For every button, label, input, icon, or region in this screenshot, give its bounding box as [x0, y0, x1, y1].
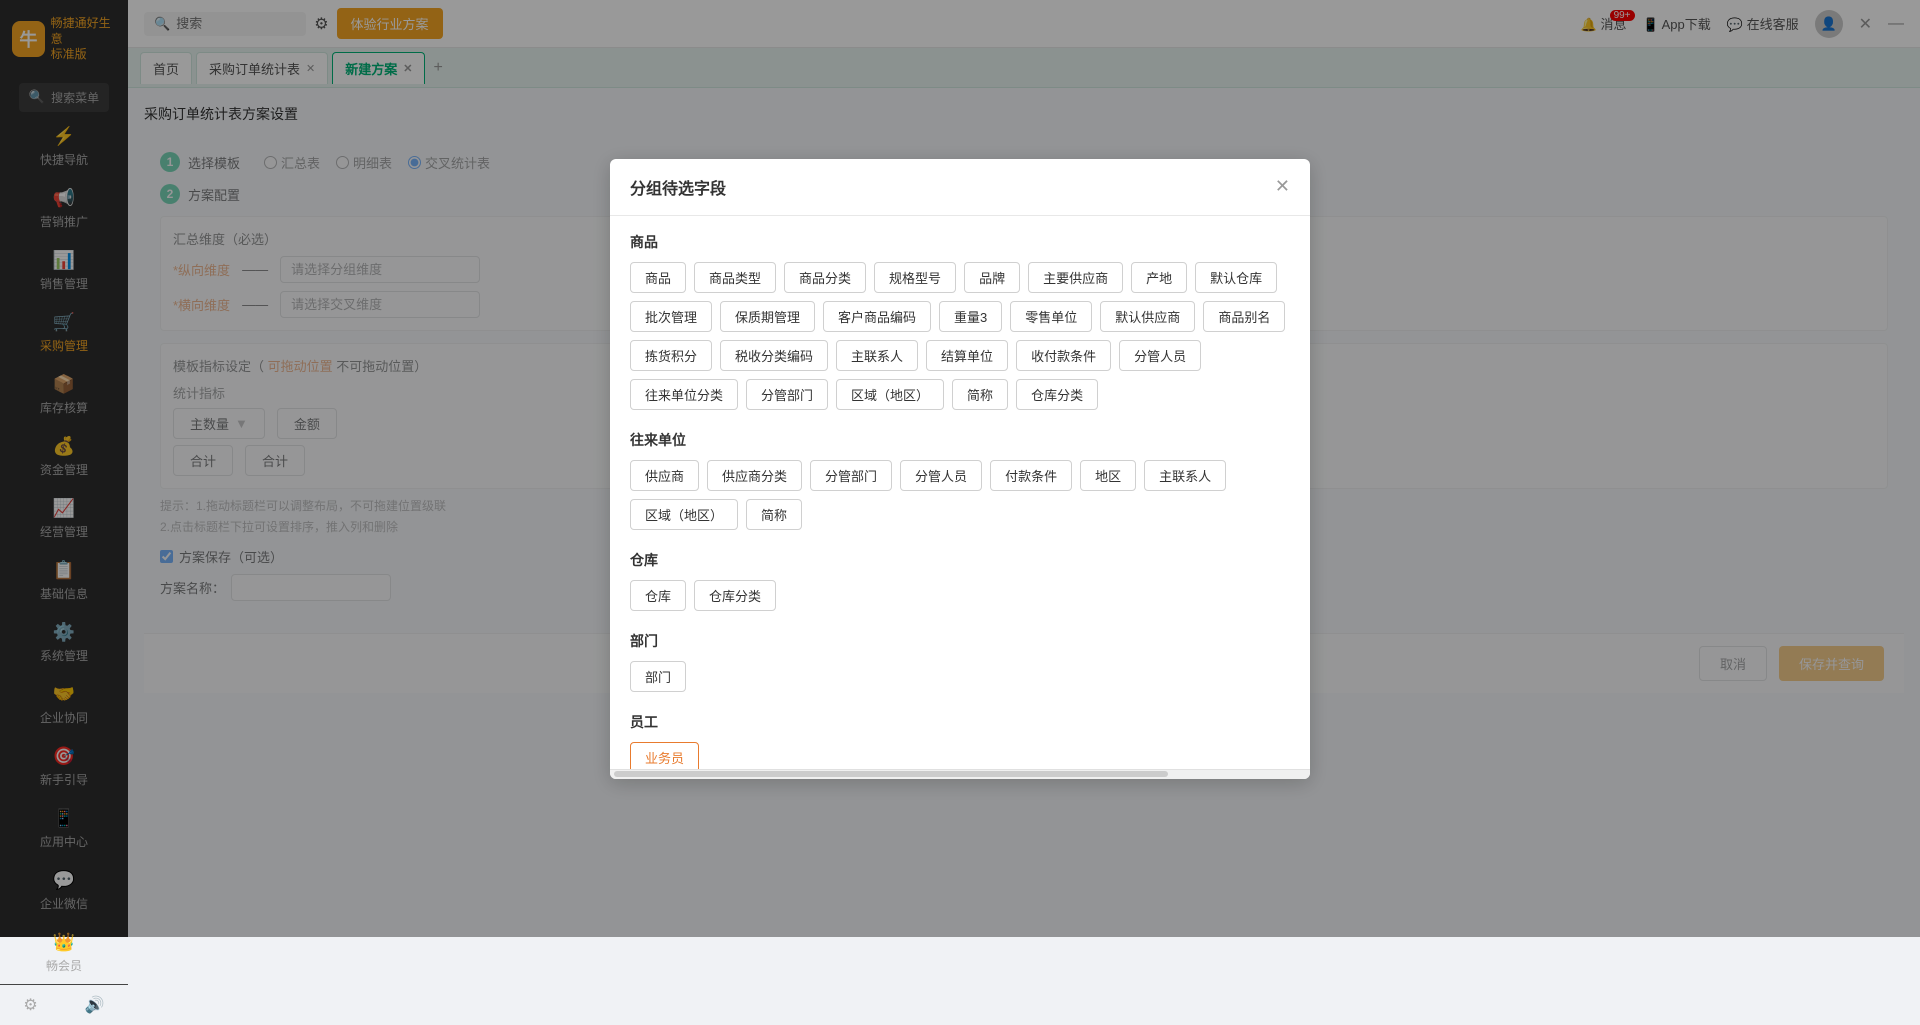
sidebar-bottom: ⚙ 🔊: [0, 984, 128, 1025]
section-department: 部门 部门: [630, 631, 1290, 692]
field-tag-spec-model[interactable]: 规格型号: [874, 262, 956, 293]
field-tag-partner-category[interactable]: 往来单位分类: [630, 379, 738, 410]
field-select-modal: 分组待选字段 ✕ 商品 商品 商品类型 商品分类 规格型号 品牌 主要供应商 产…: [610, 159, 1310, 779]
field-tag-short-name[interactable]: 简称: [952, 379, 1008, 410]
field-tag-payment-cond[interactable]: 付款条件: [990, 460, 1072, 491]
field-tag-default-supplier[interactable]: 默认供应商: [1100, 301, 1195, 332]
section-employee-tags: 业务员: [630, 742, 1290, 770]
section-goods-title: 商品: [630, 232, 1290, 252]
modal-horizontal-scrollbar[interactable]: [610, 769, 1310, 778]
section-partners-tags: 供应商 供应商分类 分管部门 分管人员 付款条件 地区 主联系人 区域（地区） …: [630, 460, 1290, 530]
section-partners-title: 往来单位: [630, 430, 1290, 450]
modal-body: 商品 商品 商品类型 商品分类 规格型号 品牌 主要供应商 产地 默认仓库 批次…: [610, 216, 1310, 770]
section-employee: 员工 业务员: [630, 712, 1290, 770]
field-tag-region-goods[interactable]: 区域（地区）: [836, 379, 944, 410]
field-tag-goods-alias[interactable]: 商品别名: [1203, 301, 1285, 332]
field-tag-salesperson[interactable]: 业务员: [630, 742, 699, 770]
field-tag-short-name2[interactable]: 简称: [746, 499, 802, 530]
field-tag-supplier-category[interactable]: 供应商分类: [707, 460, 802, 491]
field-tag-supervisor2[interactable]: 分管人员: [900, 460, 982, 491]
field-tag-tax-code[interactable]: 税收分类编码: [720, 340, 828, 371]
field-tag-dept[interactable]: 部门: [630, 661, 686, 692]
field-tag-retail-unit[interactable]: 零售单位: [1010, 301, 1092, 332]
modal-header: 分组待选字段 ✕: [610, 159, 1310, 216]
section-warehouse: 仓库 仓库 仓库分类: [630, 550, 1290, 611]
field-tag-pick-score[interactable]: 拣货积分: [630, 340, 712, 371]
field-tag-dept-managed2[interactable]: 分管部门: [810, 460, 892, 491]
section-department-title: 部门: [630, 631, 1290, 651]
volume-icon[interactable]: 🔊: [85, 995, 105, 1015]
modal-close-button[interactable]: ✕: [1275, 176, 1290, 197]
section-warehouse-tags: 仓库 仓库分类: [630, 580, 1290, 611]
field-tag-warehouse-category[interactable]: 仓库分类: [1016, 379, 1098, 410]
field-tag-brand[interactable]: 品牌: [964, 262, 1020, 293]
field-tag-main-supplier[interactable]: 主要供应商: [1028, 262, 1123, 293]
hscroll-thumb: [614, 771, 1168, 777]
section-goods: 商品 商品 商品类型 商品分类 规格型号 品牌 主要供应商 产地 默认仓库 批次…: [630, 232, 1290, 410]
field-tag-weight3[interactable]: 重量3: [939, 301, 1002, 332]
field-tag-supplier[interactable]: 供应商: [630, 460, 699, 491]
field-tag-goods-category[interactable]: 商品分类: [784, 262, 866, 293]
section-employee-title: 员工: [630, 712, 1290, 732]
field-tag-shelf-life[interactable]: 保质期管理: [720, 301, 815, 332]
settings-bottom-icon[interactable]: ⚙: [23, 995, 37, 1015]
field-tag-supervisor[interactable]: 分管人员: [1119, 340, 1201, 371]
section-partners: 往来单位 供应商 供应商分类 分管部门 分管人员 付款条件 地区 主联系人 区域…: [630, 430, 1290, 530]
field-tag-customer-code[interactable]: 客户商品编码: [823, 301, 931, 332]
section-warehouse-title: 仓库: [630, 550, 1290, 570]
field-tag-main-contact[interactable]: 主联系人: [836, 340, 918, 371]
field-tag-main-contact2[interactable]: 主联系人: [1144, 460, 1226, 491]
field-tag-payment-terms[interactable]: 收付款条件: [1016, 340, 1111, 371]
section-goods-tags: 商品 商品类型 商品分类 规格型号 品牌 主要供应商 产地 默认仓库 批次管理 …: [630, 262, 1290, 410]
field-tag-origin[interactable]: 产地: [1131, 262, 1187, 293]
field-tag-region[interactable]: 地区: [1080, 460, 1136, 491]
field-tag-dept-managed[interactable]: 分管部门: [746, 379, 828, 410]
field-tag-goods[interactable]: 商品: [630, 262, 686, 293]
field-tag-batch-mgmt[interactable]: 批次管理: [630, 301, 712, 332]
field-tag-warehouse[interactable]: 仓库: [630, 580, 686, 611]
modal-overlay: 分组待选字段 ✕ 商品 商品 商品类型 商品分类 规格型号 品牌 主要供应商 产…: [0, 0, 1920, 937]
field-tag-default-warehouse[interactable]: 默认仓库: [1195, 262, 1277, 293]
sidebar-item-label: 畅会员: [46, 957, 82, 974]
field-tag-goods-type[interactable]: 商品类型: [694, 262, 776, 293]
section-department-tags: 部门: [630, 661, 1290, 692]
field-tag-warehouse-cat[interactable]: 仓库分类: [694, 580, 776, 611]
field-tag-settlement-unit[interactable]: 结算单位: [926, 340, 1008, 371]
field-tag-region2[interactable]: 区域（地区）: [630, 499, 738, 530]
modal-title: 分组待选字段: [630, 175, 726, 199]
